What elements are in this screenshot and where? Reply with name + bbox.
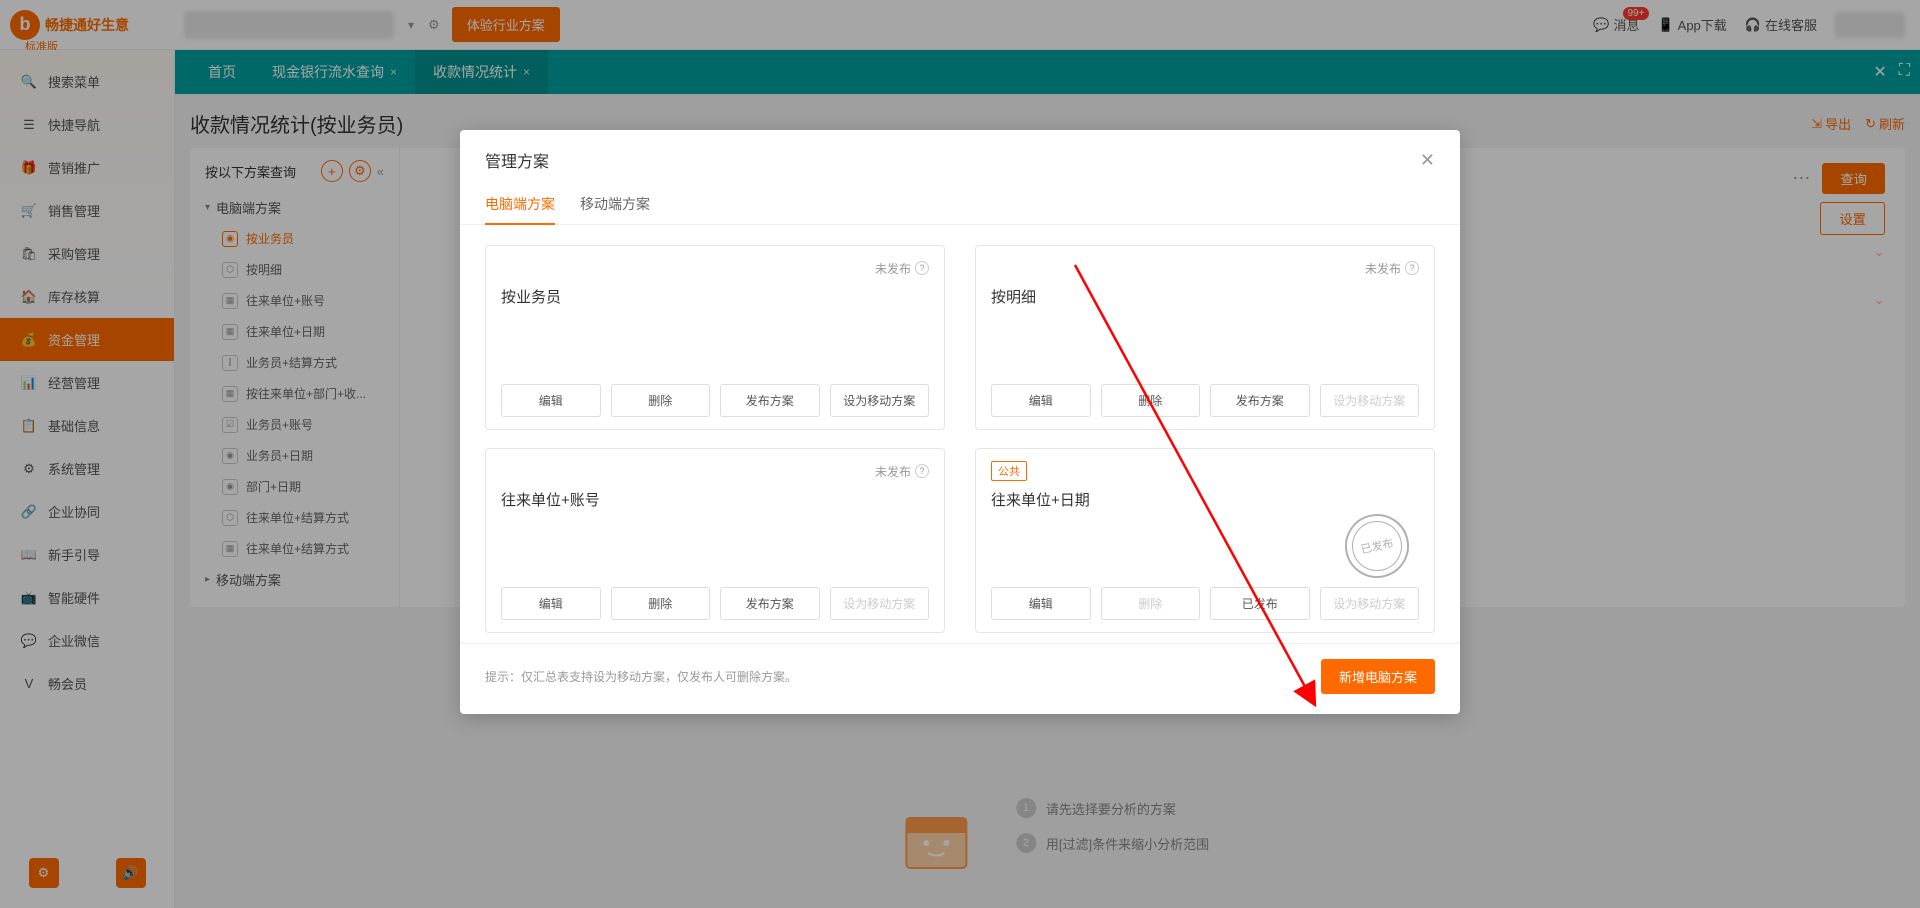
modal-close-icon[interactable]: ✕ xyxy=(1420,150,1435,171)
modal-tab-0[interactable]: 电脑端方案 xyxy=(485,184,555,224)
manage-plan-modal: 管理方案 ✕ 电脑端方案移动端方案 未发布?按业务员编辑删除发布方案设为移动方案… xyxy=(460,130,1460,714)
plan-status: 未发布 xyxy=(1365,260,1401,277)
plan-btn-删除: 删除 xyxy=(1101,587,1201,620)
plan-card-1: 未发布? 按明细编辑删除发布方案设为移动方案 xyxy=(975,245,1435,430)
plan-btn-设为移动方案: 设为移动方案 xyxy=(1320,384,1420,417)
modal-tab-1[interactable]: 移动端方案 xyxy=(580,184,650,224)
modal-tabs: 电脑端方案移动端方案 xyxy=(460,184,1460,225)
plan-btn-删除[interactable]: 删除 xyxy=(611,587,711,620)
plan-btn-发布方案[interactable]: 发布方案 xyxy=(720,384,820,417)
plan-card-2: 未发布? 往来单位+账号编辑删除发布方案设为移动方案 xyxy=(485,448,945,633)
plan-btn-编辑[interactable]: 编辑 xyxy=(501,587,601,620)
plan-status: 未发布 xyxy=(875,260,911,277)
plan-name: 往来单位+账号 xyxy=(501,489,929,587)
help-icon[interactable]: ? xyxy=(1405,261,1419,275)
plan-status: 未发布 xyxy=(875,463,911,480)
modal-title: 管理方案 xyxy=(485,148,549,172)
plan-card-0: 未发布? 按业务员编辑删除发布方案设为移动方案 xyxy=(485,245,945,430)
modal-hint: 提示：仅汇总表支持设为移动方案，仅发布人可删除方案。 xyxy=(485,668,797,685)
plan-btn-发布方案[interactable]: 发布方案 xyxy=(1210,384,1310,417)
plan-btn-编辑[interactable]: 编辑 xyxy=(501,384,601,417)
plan-name: 按明细 xyxy=(991,286,1419,384)
modal-footer: 提示：仅汇总表支持设为移动方案，仅发布人可删除方案。 新增电脑方案 xyxy=(460,643,1460,714)
plan-btn-删除[interactable]: 删除 xyxy=(611,384,711,417)
plan-card-3: 公共往来单位+日期已发布编辑删除已发布设为移动方案 xyxy=(975,448,1435,633)
plan-name: 按业务员 xyxy=(501,286,929,384)
plan-btn-删除[interactable]: 删除 xyxy=(1101,384,1201,417)
modal-body: 未发布?按业务员编辑删除发布方案设为移动方案未发布?按明细编辑删除发布方案设为移… xyxy=(460,225,1460,643)
help-icon[interactable]: ? xyxy=(915,464,929,478)
plan-btn-编辑[interactable]: 编辑 xyxy=(991,587,1091,620)
help-icon[interactable]: ? xyxy=(915,261,929,275)
plan-btn-设为移动方案: 设为移动方案 xyxy=(1320,587,1420,620)
plan-btn-发布方案[interactable]: 发布方案 xyxy=(720,587,820,620)
modal-header: 管理方案 ✕ xyxy=(460,130,1460,184)
public-badge: 公共 xyxy=(991,461,1027,481)
plan-btn-编辑[interactable]: 编辑 xyxy=(991,384,1091,417)
plan-btn-设为移动方案[interactable]: 设为移动方案 xyxy=(830,384,930,417)
new-plan-button[interactable]: 新增电脑方案 xyxy=(1321,659,1435,694)
plan-btn-已发布[interactable]: 已发布 xyxy=(1210,587,1310,620)
plan-btn-设为移动方案: 设为移动方案 xyxy=(830,587,930,620)
